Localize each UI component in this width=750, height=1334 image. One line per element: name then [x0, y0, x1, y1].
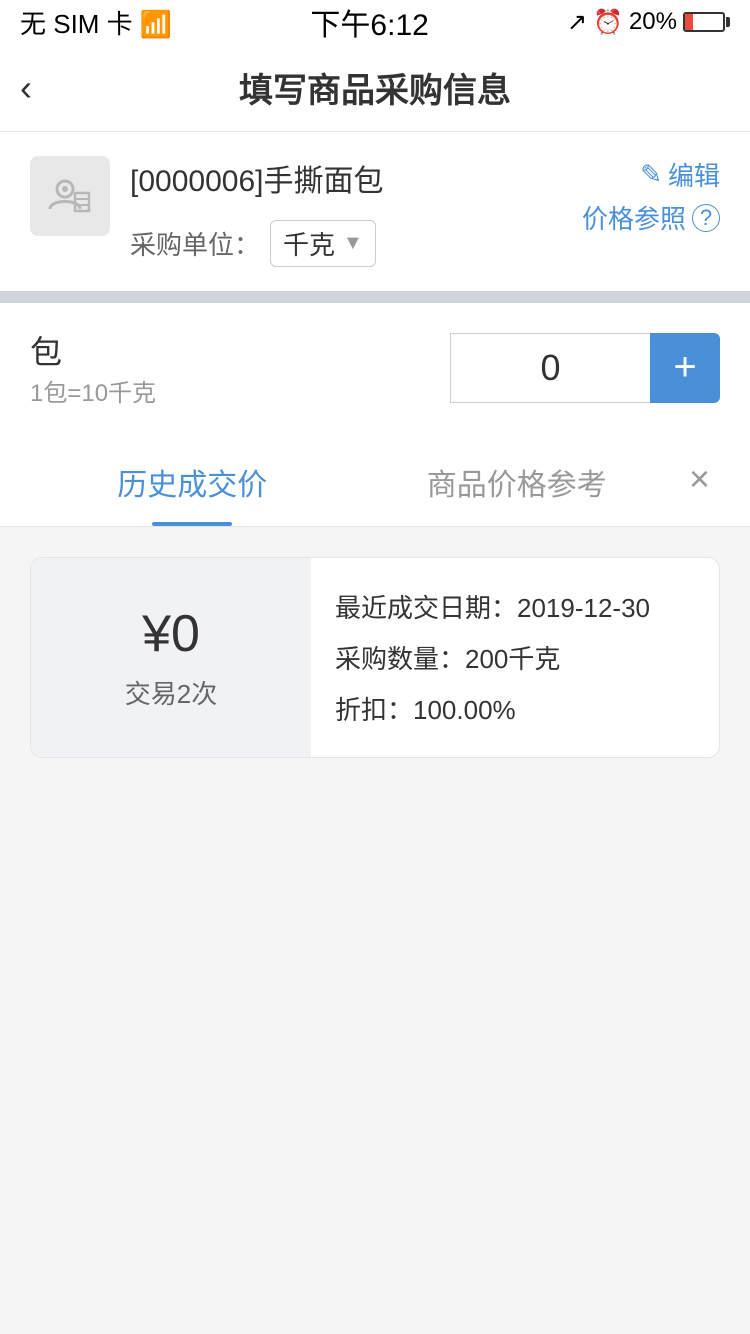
transaction-right-panel: 最近成交日期：2019-12-30 采购数量：200千克 折扣：100.00%	[311, 558, 719, 757]
status-bar: 无 SIM 卡 📶 下午6:12 ↗ ⏰ 20%	[0, 0, 750, 44]
discount-value: 100.00%	[413, 695, 516, 725]
edit-icon: ✎	[640, 159, 662, 190]
history-content: ¥0 交易2次 最近成交日期：2019-12-30 采购数量：200千克 折扣：…	[0, 527, 750, 1027]
unit-label: 采购单位：	[130, 225, 260, 262]
alarm-icon: ⏰	[593, 8, 623, 37]
quantity-row: 包 1包=10千克 0 +	[0, 303, 750, 432]
purchase-qty-line: 采购数量：200千克	[335, 639, 695, 676]
transaction-left-panel: ¥0 交易2次	[31, 558, 311, 757]
price-ref-button[interactable]: 价格参照 ?	[582, 199, 720, 236]
status-right: ↗ ⏰ 20%	[567, 8, 730, 37]
status-left: 无 SIM 卡 📶	[20, 4, 172, 41]
close-icon: ×	[689, 458, 710, 499]
price-ref-label: 价格参照	[582, 199, 686, 236]
transaction-card: ¥0 交易2次 最近成交日期：2019-12-30 采购数量：200千克 折扣：…	[30, 557, 720, 758]
product-name: [0000006]手撕面包	[130, 156, 383, 200]
unit-select-dropdown[interactable]: 千克 ▼	[270, 220, 376, 267]
tab-reference[interactable]: 商品价格参考	[354, 432, 678, 526]
battery-percent: 20%	[629, 8, 677, 36]
transaction-count: 交易2次	[125, 674, 217, 711]
edit-label: 编辑	[668, 156, 720, 193]
product-card: [0000006]手撕面包 采购单位： 千克 ▼ ✎ 编辑 价格参照 ?	[0, 132, 750, 291]
help-icon: ?	[692, 204, 720, 232]
transaction-price: ¥0	[142, 604, 200, 664]
tabs-container: 历史成交价 商品价格参考 ×	[0, 432, 750, 527]
recent-date-value: 2019-12-30	[517, 593, 650, 623]
edit-button[interactable]: ✎ 编辑	[640, 156, 720, 193]
quantity-value: 0	[540, 347, 560, 389]
purchase-qty-value: 200千克	[465, 644, 560, 674]
product-thumbnail	[30, 156, 110, 236]
section-divider	[0, 291, 750, 303]
location-icon: ↗	[567, 8, 587, 37]
purchase-qty-label: 采购数量：	[335, 644, 465, 674]
quantity-conversion: 1包=10千克	[30, 373, 156, 408]
quantity-plus-button[interactable]: +	[650, 333, 720, 403]
tab-reference-label: 商品价格参考	[427, 469, 607, 502]
battery-indicator	[683, 12, 730, 32]
nav-bar: ‹ 填写商品采购信息	[0, 44, 750, 132]
discount-label: 折扣：	[335, 695, 413, 725]
chevron-down-icon: ▼	[343, 232, 363, 255]
status-time: 下午6:12	[310, 0, 428, 44]
nav-title: 填写商品采购信息	[239, 63, 511, 112]
recent-date-label: 最近成交日期：	[335, 593, 517, 623]
close-button[interactable]: ×	[679, 448, 720, 510]
plus-icon: +	[673, 345, 696, 390]
tab-history-label: 历史成交价	[117, 469, 267, 502]
unit-value: 千克	[283, 225, 335, 262]
quantity-unit-label: 包	[30, 327, 156, 373]
recent-date-line: 最近成交日期：2019-12-30	[335, 588, 695, 625]
tab-history[interactable]: 历史成交价	[30, 432, 354, 526]
back-button[interactable]: ‹	[20, 67, 32, 109]
quantity-input[interactable]: 0	[450, 333, 650, 403]
discount-line: 折扣：100.00%	[335, 690, 695, 727]
